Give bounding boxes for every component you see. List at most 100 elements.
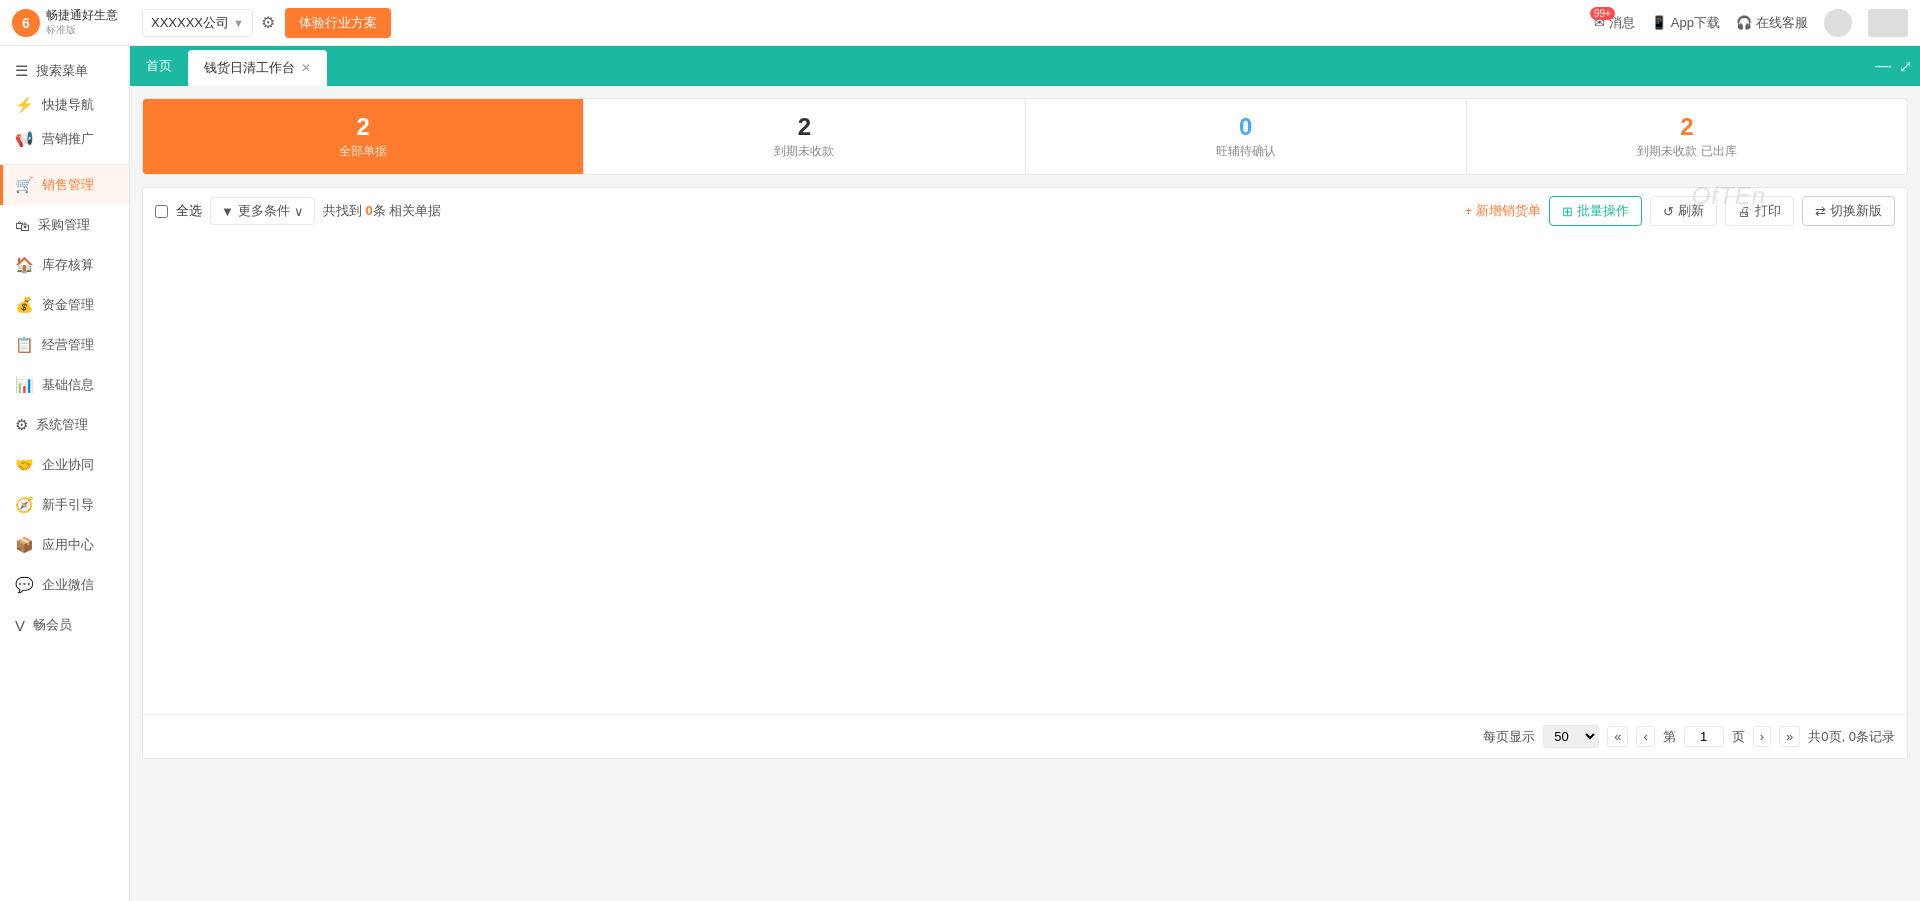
top-header: 6 畅捷通好生意 标准版 XXXXXX公司 ▼ ⚙ 体验行业方案 ✉ 99+ 消… [0, 0, 1920, 46]
sidebar-quicknav-label: 快捷导航 [42, 96, 94, 114]
message-badge-wrap: ✉ 99+ [1594, 15, 1605, 30]
tab-home[interactable]: 首页 [130, 46, 188, 86]
filter-button[interactable]: ▼ 更多条件 ∨ [210, 197, 315, 225]
sidebar-search-label: 搜索菜单 [36, 62, 88, 80]
page-text: 第 [1663, 728, 1676, 746]
download-icon: 📱 [1651, 15, 1667, 30]
funds-icon: 💰 [15, 296, 34, 314]
sidebar-item-baseinfo[interactable]: 📊 基础信息 [0, 365, 129, 405]
tab-home-label: 首页 [146, 57, 172, 75]
tab-bar-right: — ⤢ [1875, 57, 1920, 76]
stat-overdue-shipped[interactable]: 2 到期未收款 已出库 [1467, 99, 1907, 174]
marketing-icon: 📢 [15, 130, 34, 148]
pagination: 每页显示 50 100 « ‹ 第 页 › » 共0页, 0条记录 [143, 714, 1907, 758]
stat-wangpu[interactable]: 0 旺辅待确认 [1026, 99, 1467, 174]
tab-minimize-icon[interactable]: — [1875, 57, 1891, 75]
stat-wangpu-num: 0 [1046, 113, 1446, 141]
print-button[interactable]: 🖨 打印 [1725, 196, 1794, 226]
sidebar: ☰ 搜索菜单 ⚡ 快捷导航 📢 营销推广 🛒 销售管理 🛍 采购管理 🏠 库存核… [0, 46, 130, 901]
sidebar-item-inventory[interactable]: 🏠 库存核算 [0, 245, 129, 285]
app-download-action[interactable]: 📱 App下载 [1651, 14, 1720, 32]
last-page-button[interactable]: » [1779, 726, 1800, 747]
wechat-icon: 💬 [15, 576, 34, 594]
enterprise-icon: 🤝 [15, 456, 34, 474]
company-selector[interactable]: XXXXXX公司 ▼ [142, 9, 253, 37]
company-name: XXXXXX公司 [151, 14, 229, 32]
page-suffix: 页 [1732, 728, 1745, 746]
search-icon: ☰ [15, 62, 28, 80]
settings-icon[interactable]: ⚙ [261, 13, 275, 32]
next-page-button[interactable]: › [1753, 726, 1771, 747]
switch-icon: ⇄ [1815, 204, 1826, 219]
sidebar-item-search[interactable]: ☰ 搜索菜单 [0, 54, 129, 88]
page-size-select[interactable]: 50 100 [1543, 725, 1599, 748]
sidebar-marketing-label: 营销推广 [42, 130, 94, 148]
app-name: 畅捷通好生意 [46, 8, 118, 24]
prev-page-button[interactable]: ‹ [1636, 726, 1654, 747]
logo-icon: 6 [12, 9, 40, 37]
operation-icon: 📋 [15, 336, 34, 354]
refresh-button[interactable]: ↺ 刷新 [1650, 196, 1717, 226]
stat-overdue-label: 到期未收款 [604, 143, 1004, 160]
sidebar-item-appstore[interactable]: 📦 应用中心 [0, 525, 129, 565]
filter-label: 更多条件 [238, 202, 290, 220]
sidebar-operation-label: 经营管理 [42, 336, 94, 354]
sidebar-sales-label: 销售管理 [42, 176, 94, 194]
stats-row: 2 全部单据 2 到期未收款 0 旺辅待确认 2 到期未收款 已出库 [142, 98, 1908, 175]
stat-overdue-shipped-label: 到期未收款 已出库 [1487, 143, 1887, 160]
online-service-action[interactable]: 🎧 在线客服 [1736, 14, 1808, 32]
sidebar-item-marketing[interactable]: 📢 营销推广 [0, 122, 129, 156]
stat-all-num: 2 [163, 113, 563, 141]
batch-label: 批量操作 [1577, 202, 1629, 220]
print-label: 打印 [1755, 202, 1781, 220]
sidebar-item-enterprise[interactable]: 🤝 企业协同 [0, 445, 129, 485]
toolbar-left: 全选 ▼ 更多条件 ∨ 共找到 0条 相关单据 [155, 197, 1457, 225]
tab-qianhuoriqing[interactable]: 钱货日清工作台 ✕ [188, 50, 327, 86]
sidebar-system-label: 系统管理 [36, 416, 88, 434]
sidebar-item-wechat[interactable]: 💬 企业微信 [0, 565, 129, 605]
user-name-area[interactable] [1868, 9, 1908, 37]
message-action[interactable]: ✉ 99+ 消息 [1594, 14, 1635, 32]
total-label: 共0页, 0条记录 [1808, 728, 1895, 746]
stat-wangpu-label: 旺辅待确认 [1046, 143, 1446, 160]
tab-close-icon[interactable]: ✕ [301, 61, 311, 75]
sidebar-funds-label: 资金管理 [42, 296, 94, 314]
sidebar-item-operation[interactable]: 📋 经营管理 [0, 325, 129, 365]
tab-maximize-icon[interactable]: ⤢ [1899, 57, 1912, 76]
sidebar-item-quicknav[interactable]: ⚡ 快捷导航 [0, 88, 129, 122]
purchase-icon: 🛍 [15, 217, 30, 234]
system-icon: ⚙ [15, 416, 28, 434]
message-badge: 99+ [1590, 7, 1615, 20]
filter-icon: ▼ [221, 204, 234, 219]
stat-all[interactable]: 2 全部单据 [143, 99, 584, 174]
found-text: 共找到 0条 相关单据 [323, 202, 441, 220]
baseinfo-icon: 📊 [15, 376, 34, 394]
switch-new-button[interactable]: ⇄ 切换新版 [1802, 196, 1895, 226]
batch-operation-button[interactable]: ⊞ 批量操作 [1549, 196, 1642, 226]
select-all-label: 全选 [176, 202, 202, 220]
sidebar-item-funds[interactable]: 💰 资金管理 [0, 285, 129, 325]
member-icon: V [15, 617, 25, 634]
user-avatar[interactable] [1824, 9, 1852, 37]
sidebar-item-guide[interactable]: 🧭 新手引导 [0, 485, 129, 525]
sidebar-item-member[interactable]: V 畅会员 [0, 605, 129, 645]
trial-button[interactable]: 体验行业方案 [285, 8, 391, 38]
stat-overdue[interactable]: 2 到期未收款 [584, 99, 1025, 174]
sidebar-item-system[interactable]: ⚙ 系统管理 [0, 405, 129, 445]
first-page-button[interactable]: « [1607, 726, 1628, 747]
page-input[interactable] [1684, 726, 1724, 747]
sidebar-item-purchase[interactable]: 🛍 采购管理 [0, 205, 129, 245]
app-sub: 标准版 [46, 23, 118, 37]
main-content: 2 全部单据 2 到期未收款 0 旺辅待确认 2 到期未收款 已出库 全选 ▼ … [130, 86, 1920, 901]
chevron-down-icon: ▼ [233, 17, 244, 29]
sidebar-item-sales[interactable]: 🛒 销售管理 [0, 165, 129, 205]
sidebar-baseinfo-label: 基础信息 [42, 376, 94, 394]
online-service-label: 在线客服 [1756, 14, 1808, 32]
sidebar-top-actions: ☰ 搜索菜单 ⚡ 快捷导航 📢 营销推广 [0, 46, 129, 165]
sidebar-wechat-label: 企业微信 [42, 576, 94, 594]
select-all-checkbox[interactable] [155, 205, 168, 218]
add-order-button[interactable]: + 新增销货单 [1465, 202, 1541, 220]
header-right: ✉ 99+ 消息 📱 App下载 🎧 在线客服 [1594, 9, 1908, 37]
stat-overdue-num: 2 [604, 113, 1004, 141]
filter-chevron-icon: ∨ [294, 204, 304, 219]
